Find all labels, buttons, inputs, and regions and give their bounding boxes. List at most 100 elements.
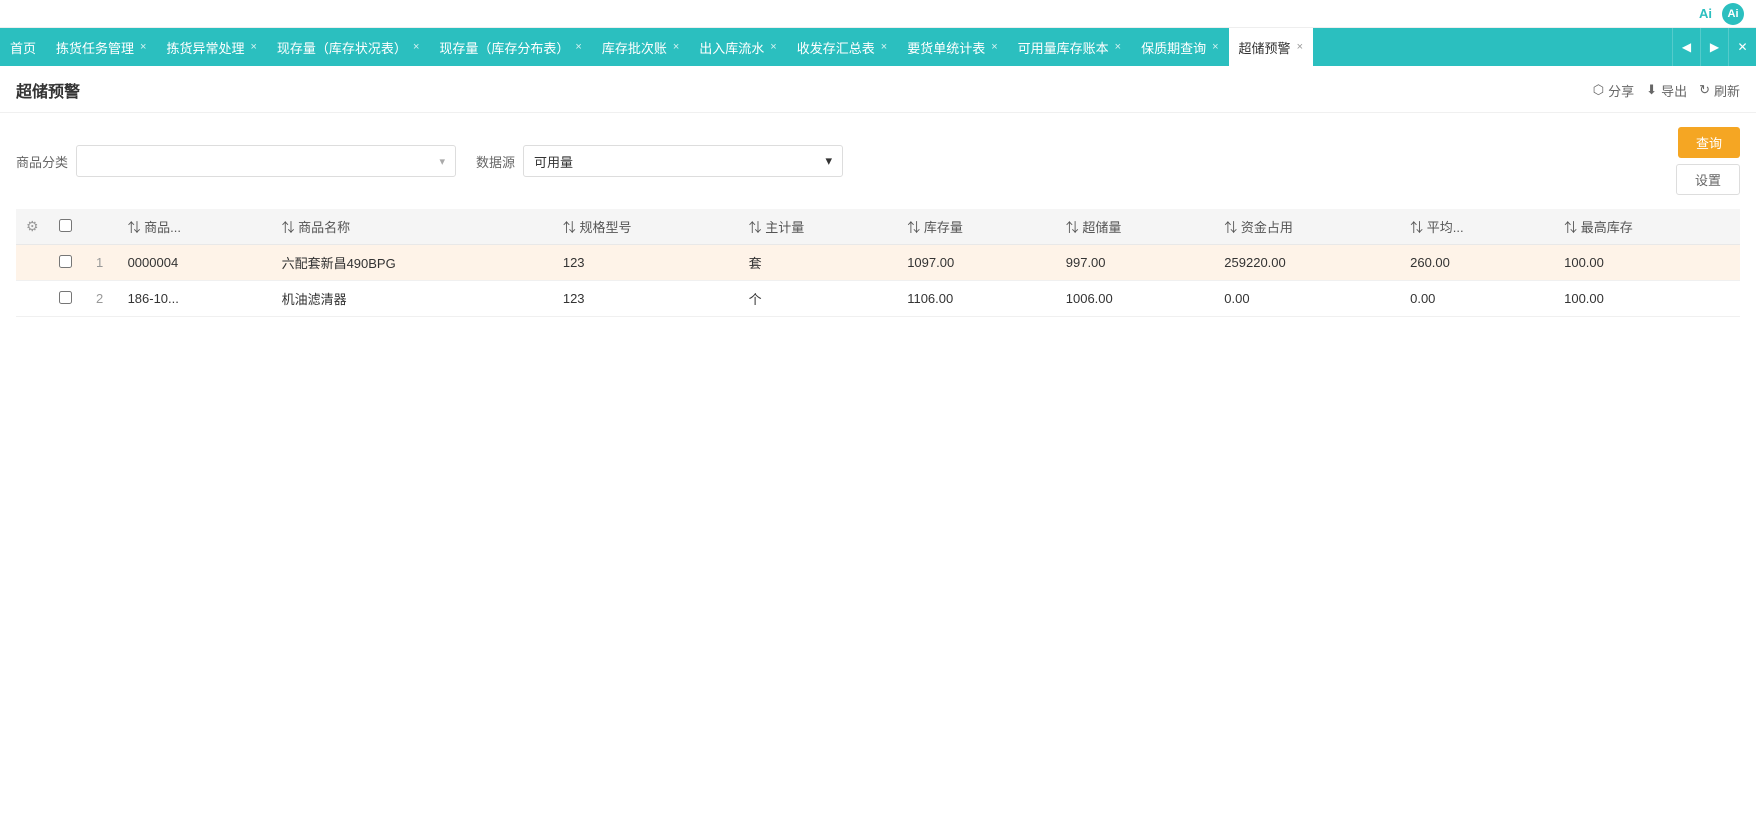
nav-arrows: ◀▶✕ bbox=[1672, 28, 1756, 66]
row-settings-cell bbox=[16, 245, 49, 281]
close-icon[interactable]: × bbox=[140, 41, 146, 53]
col-spec-label: ⇅ 规格型号 bbox=[563, 220, 632, 235]
table-wrapper: ⚙ ⇅ 商品... ⇅ 商品名称 ⇅ 规格型号 bbox=[0, 209, 1756, 317]
table-row: 1 0000004 六配套新昌490BPG 123 套 1097.00 997.… bbox=[16, 245, 1740, 281]
nav-item-order-stat[interactable]: 要货单统计表× bbox=[897, 28, 1007, 66]
nav-item-expiry[interactable]: 保质期查询× bbox=[1131, 28, 1228, 66]
row-product-name: 六配套新昌490BPG bbox=[272, 245, 553, 281]
row-product-code: 186-10... bbox=[118, 281, 272, 317]
nav-item-stock-status[interactable]: 现存量（库存状况表）× bbox=[267, 28, 429, 66]
top-bar: Ai Ai bbox=[0, 0, 1756, 28]
col-unit-label: ⇅ 主计量 bbox=[749, 220, 805, 235]
nav-close-arrow[interactable]: ✕ bbox=[1728, 28, 1756, 66]
row-capital-usage: 259220.00 bbox=[1214, 245, 1400, 281]
row-overstock-qty: 997.00 bbox=[1056, 245, 1215, 281]
row-unit: 个 bbox=[739, 281, 898, 317]
category-select[interactable]: ▾ bbox=[76, 145, 456, 177]
category-label: 商品分类 bbox=[16, 152, 68, 171]
col-overstock-qty[interactable]: ⇅ 超储量 bbox=[1056, 209, 1215, 245]
col-checkbox bbox=[49, 209, 82, 245]
nav-item-home[interactable]: 首页 bbox=[0, 28, 46, 66]
nav-item-avail-account[interactable]: 可用量库存账本× bbox=[1008, 28, 1131, 66]
row-checkbox-cell bbox=[49, 245, 82, 281]
header-actions: ⬡ 分享 ⬇ 导出 ↻ 刷新 bbox=[1593, 81, 1740, 100]
datasource-value: 可用量 bbox=[534, 152, 573, 171]
datasource-select[interactable]: 可用量 ▾ bbox=[523, 145, 843, 177]
row-checkbox[interactable] bbox=[59, 255, 72, 268]
close-icon[interactable]: × bbox=[991, 41, 997, 53]
close-icon[interactable]: × bbox=[250, 41, 256, 53]
row-spec: 123 bbox=[553, 281, 739, 317]
user-avatar[interactable]: Ai bbox=[1722, 3, 1744, 25]
table-row: 2 186-10... 机油滤清器 123 个 1106.00 1006.00 … bbox=[16, 281, 1740, 317]
select-all-checkbox[interactable] bbox=[59, 219, 72, 232]
col-spec[interactable]: ⇅ 规格型号 bbox=[553, 209, 739, 245]
row-overstock-qty: 1006.00 bbox=[1056, 281, 1215, 317]
nav-item-overstock[interactable]: 超储预警× bbox=[1229, 28, 1313, 66]
export-button[interactable]: ⬇ 导出 bbox=[1646, 81, 1687, 100]
refresh-label: 刷新 bbox=[1714, 81, 1740, 100]
datasource-label: 数据源 bbox=[476, 152, 515, 171]
close-icon[interactable]: × bbox=[1297, 41, 1303, 53]
row-avg: 0.00 bbox=[1400, 281, 1554, 317]
datasource-filter: 数据源 可用量 ▾ bbox=[476, 145, 843, 177]
col-max-stock-label: ⇅ 最高库存 bbox=[1564, 220, 1633, 235]
settings-icon[interactable]: ⚙ bbox=[26, 218, 39, 234]
nav-item-abnormal[interactable]: 拣货异常处理× bbox=[156, 28, 266, 66]
nav-item-task-mgmt[interactable]: 拣货任务管理× bbox=[46, 28, 156, 66]
row-stock-qty: 1097.00 bbox=[897, 245, 1056, 281]
col-product-code-label: ⇅ 商品... bbox=[128, 220, 181, 235]
row-product-name: 机油滤清器 bbox=[272, 281, 553, 317]
row-settings-cell bbox=[16, 281, 49, 317]
table-header-row: ⚙ ⇅ 商品... ⇅ 商品名称 ⇅ 规格型号 bbox=[16, 209, 1740, 245]
nav-item-inout-flow[interactable]: 出入库流水× bbox=[689, 28, 786, 66]
close-icon[interactable]: × bbox=[881, 41, 887, 53]
close-icon[interactable]: × bbox=[413, 41, 419, 53]
filter-area: 商品分类 ▾ 数据源 可用量 ▾ 查询 设置 bbox=[0, 113, 1756, 209]
col-unit[interactable]: ⇅ 主计量 bbox=[739, 209, 898, 245]
datasource-chevron-icon: ▾ bbox=[826, 153, 833, 169]
category-chevron-icon: ▾ bbox=[439, 155, 445, 168]
col-settings: ⚙ bbox=[16, 209, 49, 245]
settings-button[interactable]: 设置 bbox=[1676, 164, 1740, 195]
refresh-button[interactable]: ↻ 刷新 bbox=[1699, 81, 1740, 100]
row-max-stock: 100.00 bbox=[1554, 245, 1740, 281]
category-filter: 商品分类 ▾ bbox=[16, 145, 456, 177]
query-button[interactable]: 查询 bbox=[1678, 127, 1740, 158]
col-stock-qty-label: ⇅ 库存量 bbox=[907, 220, 963, 235]
col-stock-qty[interactable]: ⇅ 库存量 bbox=[897, 209, 1056, 245]
nav-left-arrow[interactable]: ◀ bbox=[1672, 28, 1700, 66]
nav-bar: 首页拣货任务管理×拣货异常处理×现存量（库存状况表）×现存量（库存分布表）×库存… bbox=[0, 28, 1756, 66]
col-max-stock[interactable]: ⇅ 最高库存 bbox=[1554, 209, 1740, 245]
row-number: 1 bbox=[82, 245, 118, 281]
export-label: 导出 bbox=[1661, 81, 1687, 100]
data-table: ⚙ ⇅ 商品... ⇅ 商品名称 ⇅ 规格型号 bbox=[16, 209, 1740, 317]
nav-item-stock-dist[interactable]: 现存量（库存分布表）× bbox=[429, 28, 591, 66]
filter-buttons: 查询 设置 bbox=[1676, 127, 1740, 195]
page-content: 超储预警 ⬡ 分享 ⬇ 导出 ↻ 刷新 商品分类 ▾ 数据源 bbox=[0, 66, 1756, 828]
row-capital-usage: 0.00 bbox=[1214, 281, 1400, 317]
share-button[interactable]: ⬡ 分享 bbox=[1593, 81, 1634, 100]
nav-item-batch-account[interactable]: 库存批次账× bbox=[592, 28, 689, 66]
col-avg-label: ⇅ 平均... bbox=[1410, 220, 1463, 235]
row-max-stock: 100.00 bbox=[1554, 281, 1740, 317]
nav-item-recv-send[interactable]: 收发存汇总表× bbox=[787, 28, 897, 66]
user-label: Ai bbox=[1699, 6, 1712, 21]
close-icon[interactable]: × bbox=[1212, 41, 1218, 53]
col-product-code[interactable]: ⇅ 商品... bbox=[118, 209, 272, 245]
page-title: 超储预警 bbox=[16, 78, 80, 102]
row-number: 2 bbox=[82, 281, 118, 317]
nav-right-arrow[interactable]: ▶ bbox=[1700, 28, 1728, 66]
col-product-name[interactable]: ⇅ 商品名称 bbox=[272, 209, 553, 245]
row-product-code: 0000004 bbox=[118, 245, 272, 281]
row-avg: 260.00 bbox=[1400, 245, 1554, 281]
close-icon[interactable]: × bbox=[575, 41, 581, 53]
row-checkbox[interactable] bbox=[59, 291, 72, 304]
col-capital-usage[interactable]: ⇅ 资金占用 bbox=[1214, 209, 1400, 245]
share-icon: ⬡ bbox=[1593, 82, 1604, 98]
close-icon[interactable]: × bbox=[1115, 41, 1121, 53]
close-icon[interactable]: × bbox=[770, 41, 776, 53]
row-spec: 123 bbox=[553, 245, 739, 281]
close-icon[interactable]: × bbox=[673, 41, 679, 53]
col-avg[interactable]: ⇅ 平均... bbox=[1400, 209, 1554, 245]
